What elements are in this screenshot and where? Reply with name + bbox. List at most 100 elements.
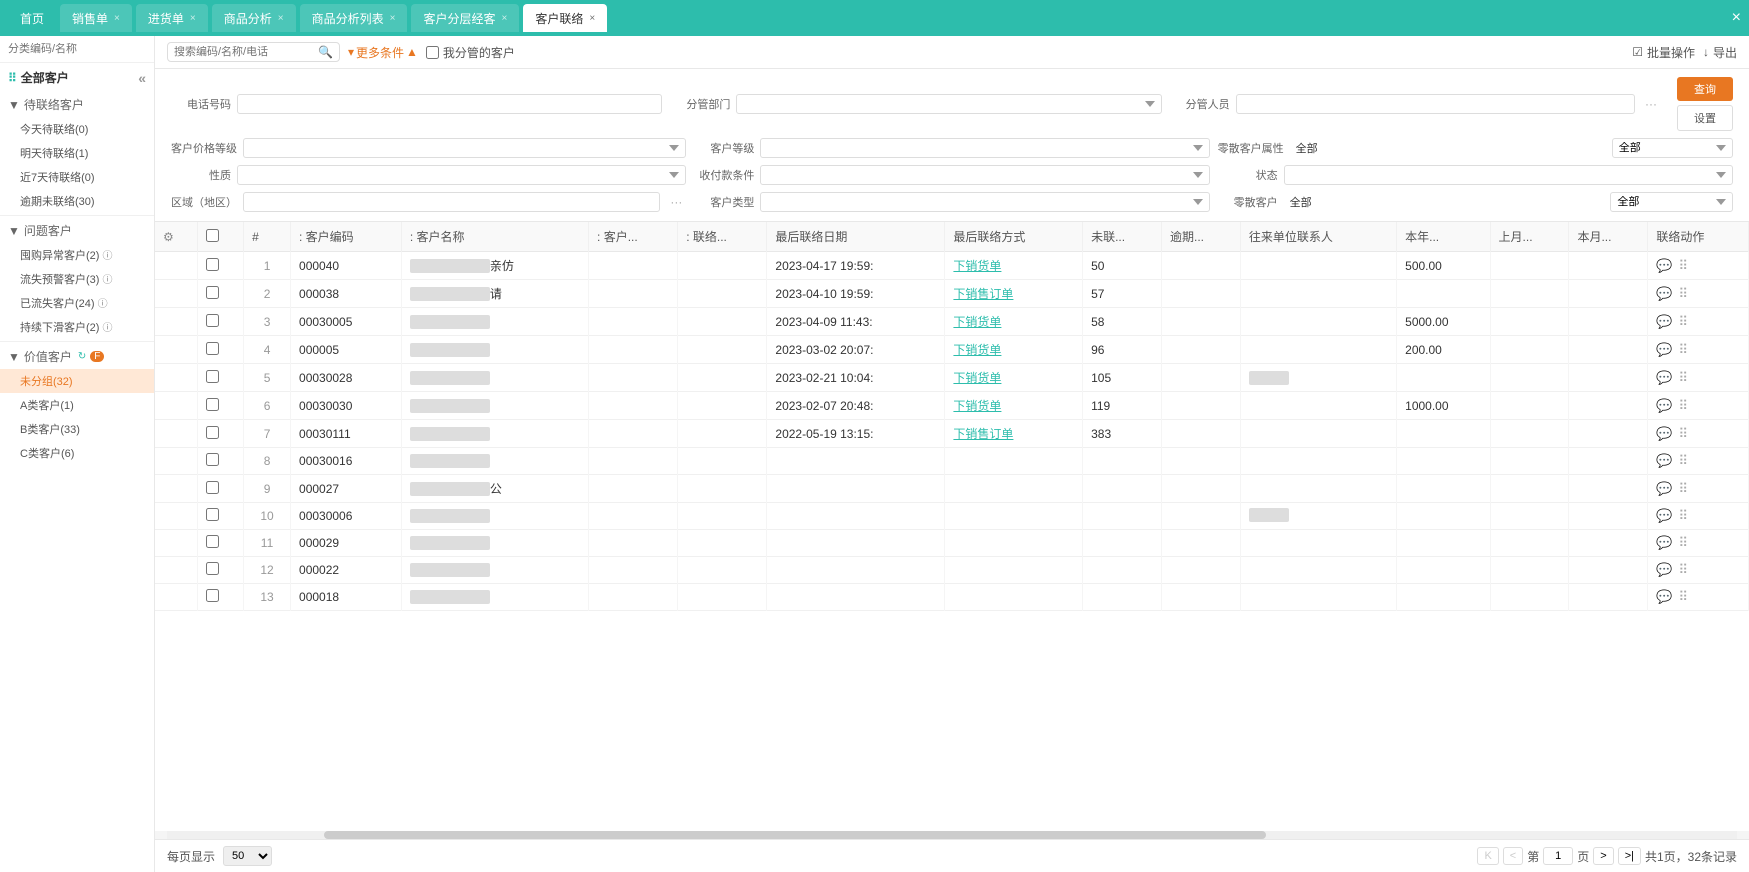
status-select[interactable]	[1284, 165, 1733, 185]
region-more-icon[interactable]: ···	[666, 195, 686, 209]
my-customers-checkbox[interactable]: 我分管的客户	[426, 44, 515, 61]
col-last-date[interactable]: 最后联络日期	[767, 222, 945, 252]
cell-checkbox[interactable]	[197, 557, 243, 584]
reset-button[interactable]: 设置	[1677, 105, 1733, 131]
scrollbar-thumb[interactable]	[324, 831, 1266, 839]
chat-icon[interactable]: 💬	[1656, 562, 1672, 578]
sidebar-item-a-class[interactable]: A类客户(1)	[0, 393, 154, 417]
person-input[interactable]	[1236, 94, 1635, 114]
main-search-box[interactable]: 🔍	[167, 42, 340, 62]
grid-action-icon[interactable]: ⠿	[1679, 258, 1689, 274]
col-not-contacted[interactable]: 未联...	[1083, 222, 1162, 252]
col-unit-contact[interactable]: 往来单位联系人	[1240, 222, 1396, 252]
tab-analysis-list[interactable]: 商品分析列表 ×	[300, 4, 408, 32]
row-checkbox[interactable]	[206, 535, 219, 548]
chat-icon[interactable]: 💬	[1656, 258, 1672, 274]
retail-attr-select[interactable]: 全部	[1612, 138, 1733, 158]
sidebar-collapse-icon[interactable]: «	[138, 70, 146, 86]
col-type[interactable]: : 客户...	[589, 222, 678, 252]
all-customers-header[interactable]: ⠿ 全部客户 «	[0, 63, 154, 92]
cell-checkbox[interactable]	[197, 530, 243, 557]
sidebar-item-overdue-pending[interactable]: 逾期未联络(30)	[0, 189, 154, 213]
row-checkbox[interactable]	[206, 370, 219, 383]
cell-checkbox[interactable]	[197, 475, 243, 503]
chat-icon[interactable]: 💬	[1656, 314, 1672, 330]
grid-action-icon[interactable]: ⠿	[1679, 535, 1689, 551]
grid-action-icon[interactable]: ⠿	[1679, 481, 1689, 497]
dept-select[interactable]	[736, 94, 1161, 114]
cell-checkbox[interactable]	[197, 308, 243, 336]
row-checkbox[interactable]	[206, 286, 219, 299]
value-group-header[interactable]: ▼ 价值客户 ↻ F	[0, 344, 154, 369]
cell-checkbox[interactable]	[197, 252, 243, 280]
chat-icon[interactable]: 💬	[1656, 453, 1672, 469]
close-customer-contact-icon[interactable]: ×	[589, 13, 595, 24]
main-search-input[interactable]	[174, 46, 314, 58]
more-conditions-button[interactable]: ▾ 更多条件 ▲	[348, 44, 418, 61]
contact-way-link[interactable]: 下销货单	[953, 315, 1001, 329]
cell-checkbox[interactable]	[197, 503, 243, 530]
contact-way-link[interactable]: 下销货单	[953, 259, 1001, 273]
grid-action-icon[interactable]: ⠿	[1679, 314, 1689, 330]
sidebar-item-churn-warning[interactable]: 流失预警客户(3) ⓘ	[0, 267, 154, 291]
col-settings[interactable]: ⚙	[155, 222, 197, 252]
col-this-month[interactable]: 本月...	[1569, 222, 1648, 252]
grid-action-icon[interactable]: ⠿	[1679, 589, 1689, 605]
grid-action-icon[interactable]: ⠿	[1679, 286, 1689, 302]
page-number-input[interactable]	[1543, 847, 1573, 865]
last-page-button[interactable]: >|	[1618, 847, 1641, 865]
cell-checkbox[interactable]	[197, 336, 243, 364]
cell-checkbox[interactable]	[197, 364, 243, 392]
grid-action-icon[interactable]: ⠿	[1679, 398, 1689, 414]
grid-action-icon[interactable]: ⠿	[1679, 342, 1689, 358]
tab-customer-contact[interactable]: 客户联络 ×	[523, 4, 607, 32]
chat-icon[interactable]: 💬	[1656, 342, 1672, 358]
chat-icon[interactable]: 💬	[1656, 370, 1672, 386]
col-overdue[interactable]: 逾期...	[1162, 222, 1241, 252]
row-checkbox[interactable]	[206, 481, 219, 494]
col-code[interactable]: : 客户编码	[291, 222, 402, 252]
grid-action-icon[interactable]: ⠿	[1679, 426, 1689, 442]
customer-type-select[interactable]	[760, 192, 1209, 212]
sidebar-item-today-pending[interactable]: 今天待联络(0)	[0, 117, 154, 141]
settings-icon[interactable]: ⚙	[163, 230, 174, 244]
pending-group-header[interactable]: ▼ 待联络客户	[0, 92, 154, 117]
row-checkbox[interactable]	[206, 426, 219, 439]
retail-select[interactable]: 全部	[1610, 192, 1733, 212]
query-button[interactable]: 查询	[1677, 77, 1733, 101]
tab-customer-layer[interactable]: 客户分层经客 ×	[411, 4, 519, 32]
cell-checkbox[interactable]	[197, 448, 243, 475]
main-search-icon[interactable]: 🔍	[318, 45, 333, 59]
next-page-button[interactable]: >	[1593, 847, 1613, 865]
chat-icon[interactable]: 💬	[1656, 426, 1672, 442]
tab-sales[interactable]: 销售单 ×	[60, 4, 132, 32]
contact-way-link[interactable]: 下销货单	[953, 371, 1001, 385]
sidebar-search-input[interactable]	[8, 43, 150, 55]
chat-icon[interactable]: 💬	[1656, 398, 1672, 414]
select-all-checkbox[interactable]	[206, 229, 219, 242]
sidebar-item-b-class[interactable]: B类客户(33)	[0, 417, 154, 441]
phone-input[interactable]	[237, 94, 662, 114]
chat-icon[interactable]: 💬	[1656, 481, 1672, 497]
problem-group-header[interactable]: ▼ 问题客户	[0, 218, 154, 243]
region-input[interactable]	[243, 192, 660, 212]
prev-page-button[interactable]: <	[1503, 847, 1523, 865]
col-this-year[interactable]: 本年...	[1397, 222, 1490, 252]
row-checkbox[interactable]	[206, 508, 219, 521]
contact-way-link[interactable]: 下销售订单	[953, 287, 1013, 301]
per-page-select[interactable]: 50 20 100	[223, 846, 272, 866]
col-name[interactable]: : 客户名称	[401, 222, 588, 252]
sidebar-item-churned[interactable]: 已流失客户(24) ⓘ	[0, 291, 154, 315]
nature-select[interactable]	[237, 165, 686, 185]
row-checkbox[interactable]	[206, 453, 219, 466]
close-analysis-list-icon[interactable]: ×	[390, 13, 396, 24]
contact-way-link[interactable]: 下销货单	[953, 399, 1001, 413]
sidebar-item-stockpile-abnormal[interactable]: 囤购异常客户(2) ⓘ	[0, 243, 154, 267]
row-checkbox[interactable]	[206, 562, 219, 575]
row-checkbox[interactable]	[206, 342, 219, 355]
close-purchase-icon[interactable]: ×	[190, 13, 196, 24]
grid-action-icon[interactable]: ⠿	[1679, 453, 1689, 469]
first-page-button[interactable]: K	[1477, 847, 1498, 865]
tab-purchase[interactable]: 进货单 ×	[136, 4, 208, 32]
close-window-button[interactable]: ×	[1732, 9, 1741, 27]
